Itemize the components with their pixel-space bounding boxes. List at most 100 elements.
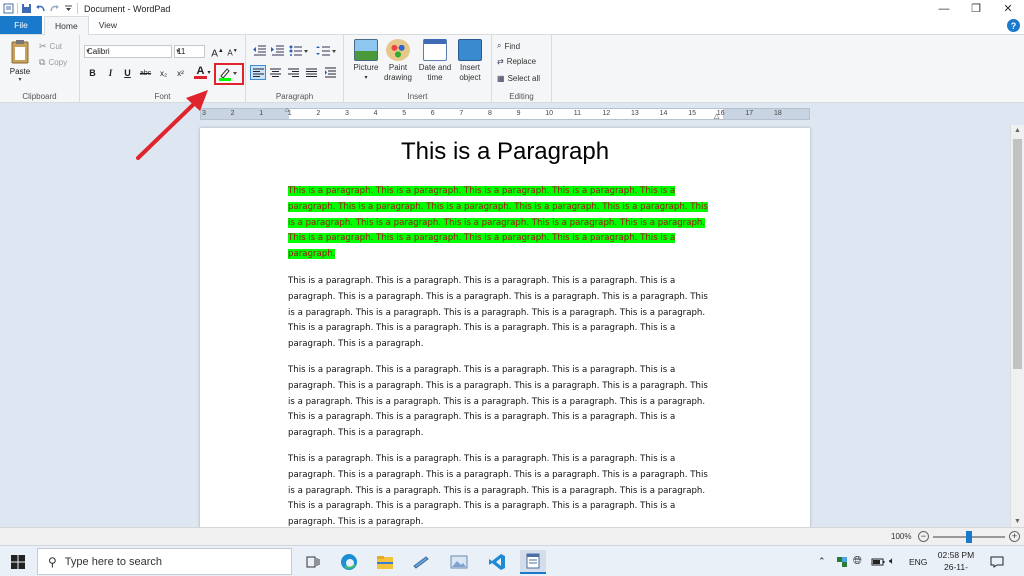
cut-button[interactable]: ✂ Cut — [39, 41, 62, 52]
zoom-out-button[interactable]: − — [918, 531, 929, 542]
paste-dropdown-icon: ▾ — [18, 77, 22, 83]
vscode-icon[interactable] — [484, 550, 510, 574]
security-tray-icon[interactable] — [836, 546, 848, 576]
find-button[interactable]: ⌕ Find — [497, 41, 520, 51]
network-globe-icon[interactable]: 🌐︎ — [853, 546, 862, 576]
help-icon[interactable]: ? — [1007, 19, 1020, 32]
align-left-button[interactable] — [250, 65, 266, 80]
justify-icon[interactable] — [306, 68, 317, 79]
date-time-button[interactable]: Date and time — [415, 37, 455, 83]
font-family-select[interactable]: Calibri ▼ — [84, 45, 172, 58]
paragraph-line-text: is a paragraph. This is a paragraph. Thi… — [288, 217, 706, 228]
maximize-button[interactable]: ❐ — [960, 0, 992, 17]
file-explorer-icon[interactable] — [372, 550, 398, 574]
paste-label: Paste — [9, 67, 31, 76]
undo-icon[interactable] — [35, 3, 46, 14]
battery-icon[interactable] — [871, 546, 885, 576]
select-all-label: Select all — [507, 74, 541, 83]
ruler-tick-label: 2 — [316, 110, 321, 117]
paragraph[interactable]: This is a paragraph. This is a paragraph… — [288, 363, 728, 442]
paragraph-line-text: paragraph. This is a paragraph. — [288, 339, 424, 350]
system-clock[interactable]: 02:58 PM 26-11-2022 — [936, 549, 976, 576]
grow-font-icon[interactable]: A▲ — [211, 45, 224, 59]
ruler-tick-label: 8 — [488, 110, 492, 117]
paragraph-line-text: paragraph. This is a paragraph. This is … — [288, 469, 708, 480]
start-button[interactable] — [0, 546, 36, 576]
tab-file[interactable]: File — [0, 16, 42, 34]
paragraph-line-text: This is a paragraph. This is a paragraph… — [288, 412, 676, 423]
paint-drawing-button[interactable]: Paint drawing — [378, 37, 418, 83]
title-bar: Document - WordPad — ❐ ✕ — [0, 0, 1024, 17]
tab-view[interactable]: View — [89, 16, 127, 34]
strikethrough-button[interactable]: abc — [137, 67, 154, 80]
vertical-scrollbar[interactable]: ▲ ▼ — [1010, 125, 1024, 527]
ruler-tick-label: 4 — [373, 110, 378, 117]
highlighted-paragraph[interactable]: This is a paragraph. This is a paragraph… — [288, 184, 728, 263]
object-icon — [458, 39, 482, 61]
ruler[interactable]: ⌂ △ 3 2 1 1 2 3 4 5 6 7 8 9 10 11 12 13 14 15 16 17 18 — [200, 107, 810, 120]
bullets-icon[interactable] — [289, 45, 309, 58]
select-all-button[interactable]: ▦ Select all — [497, 74, 540, 83]
calendar-clock-icon — [423, 39, 447, 61]
tab-home[interactable]: Home — [44, 16, 89, 35]
italic-button[interactable]: I — [104, 67, 117, 80]
align-right-icon[interactable] — [288, 68, 299, 79]
scrollbar-thumb[interactable] — [1013, 139, 1022, 369]
zoom-in-button[interactable]: + — [1009, 531, 1020, 542]
insert-object-button[interactable]: Insert object — [450, 37, 490, 83]
replace-button[interactable]: ⇄ Replace — [497, 57, 536, 66]
chevron-down-icon[interactable]: ▾ — [206, 67, 212, 80]
increase-indent-icon[interactable] — [271, 45, 285, 58]
scroll-up-icon[interactable]: ▲ — [1011, 127, 1024, 134]
ruler-tick-label: 6 — [430, 110, 435, 117]
close-button[interactable]: ✕ — [992, 0, 1024, 17]
zoom-level: 100% — [891, 532, 912, 541]
save-icon[interactable] — [21, 3, 32, 14]
paragraph-line: paragraph. This is a paragraph. This is … — [288, 468, 728, 484]
paragraph-line-text: is a paragraph. This is a paragraph. Thi… — [288, 307, 706, 318]
paste-button[interactable]: Paste ▾ — [6, 39, 34, 83]
minimize-button[interactable]: — — [928, 0, 960, 17]
paragraph-line: This is a paragraph. This is a paragraph… — [288, 410, 728, 426]
subscript-button[interactable]: x₂ — [157, 67, 170, 80]
copy-button[interactable]: ⧉ Copy — [39, 57, 67, 68]
task-view-icon[interactable] — [300, 550, 326, 574]
paragraph-line: paragraph. This is a paragraph. — [288, 337, 728, 353]
underline-button[interactable]: U — [121, 67, 134, 80]
input-language[interactable]: ENG — [909, 546, 927, 576]
paragraph-line-text: paragraph. This is a paragraph. This is … — [288, 291, 708, 302]
redo-icon[interactable] — [49, 3, 60, 14]
superscript-button[interactable]: x² — [174, 67, 187, 80]
font-size-select[interactable]: 11 ▼ — [174, 45, 205, 58]
show-hidden-icons-icon[interactable]: ⌃ — [818, 546, 826, 576]
scroll-down-icon[interactable]: ▼ — [1011, 518, 1024, 525]
bold-button[interactable]: B — [86, 67, 99, 80]
picture-icon — [354, 39, 378, 61]
paragraph[interactable]: This is a paragraph. This is a paragraph… — [288, 274, 728, 353]
ruler-right-margin — [723, 109, 809, 119]
wordpad-taskbar-icon[interactable] — [520, 550, 546, 574]
edge-icon[interactable] — [336, 550, 362, 574]
line-spacing-icon[interactable] — [316, 45, 336, 58]
customize-qat-icon[interactable] — [63, 3, 74, 14]
insert-object-label-2: object — [459, 73, 481, 82]
wordpad-app-icon[interactable] — [3, 3, 14, 14]
decrease-indent-icon[interactable] — [253, 45, 267, 58]
align-center-icon[interactable] — [270, 68, 281, 79]
paragraph[interactable]: This is a paragraph. This is a paragraph… — [288, 452, 728, 527]
document-area: This is a Paragraph This is a paragraph.… — [0, 125, 1010, 527]
separator — [17, 3, 18, 14]
paragraph-line: paragraph. — [288, 247, 728, 263]
paragraph-settings-icon[interactable] — [325, 67, 337, 80]
find-label: Find — [504, 41, 521, 51]
zoom-slider-thumb[interactable] — [966, 531, 972, 543]
volume-icon[interactable]: 🔈︎ — [889, 546, 895, 576]
photos-app-icon[interactable] — [446, 550, 472, 574]
document-heading[interactable]: This is a Paragraph — [200, 138, 810, 166]
document-page[interactable]: This is a Paragraph This is a paragraph.… — [200, 128, 810, 527]
clipboard-group: Paste ▾ ✂ Cut ⧉ Copy Clipboard — [0, 35, 80, 103]
taskbar-search[interactable]: ⚲ Type here to search — [37, 548, 292, 575]
notepad-app-icon[interactable] — [408, 550, 434, 574]
shrink-font-icon[interactable]: A▼ — [226, 45, 239, 58]
notifications-icon[interactable] — [990, 546, 1004, 576]
